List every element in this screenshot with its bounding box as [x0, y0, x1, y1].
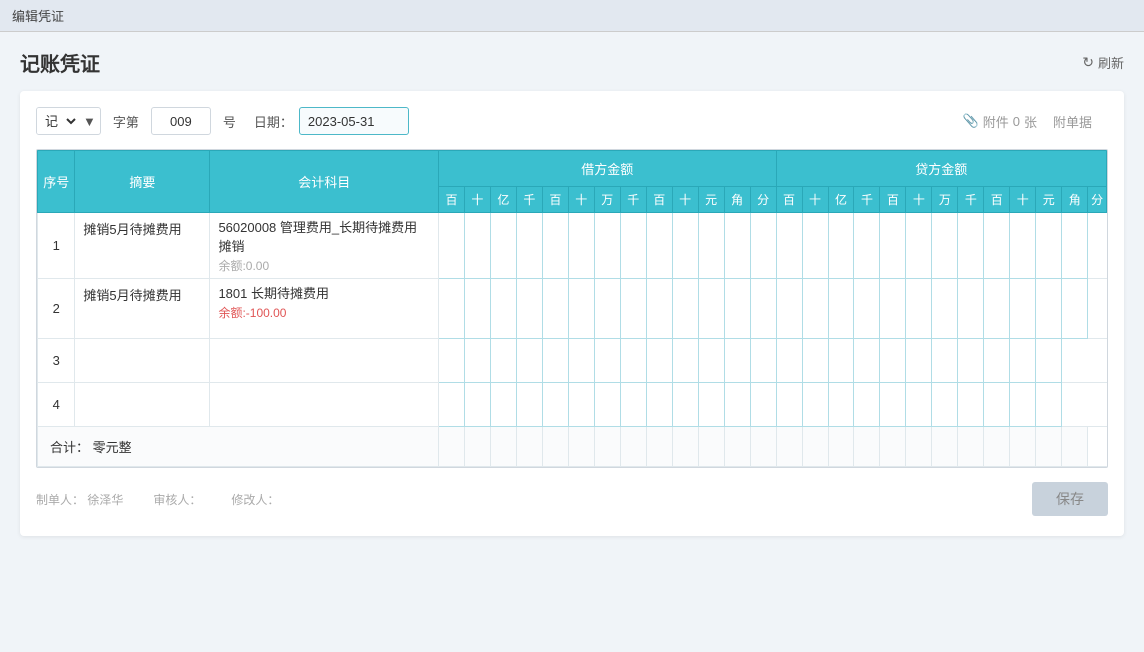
footer-label: 合计： 零元整 — [38, 427, 439, 467]
date-group: 日期： — [254, 107, 409, 135]
summary-cell[interactable] — [75, 339, 210, 383]
paperclip-icon: 📎 — [963, 113, 979, 129]
summary-cell[interactable] — [75, 383, 210, 427]
account-balance-negative: 余额:-100.00 — [218, 304, 430, 321]
attachment-sheets-label: 附单据 — [1053, 112, 1092, 131]
modifier-label: 修改人： — [231, 493, 279, 507]
main-content: 记账凭证 ↻ 刷新 记 ▼ 字第 号 — [0, 32, 1144, 652]
seq-cell: 3 — [38, 339, 75, 383]
table-row: 1 摊销5月待摊费用 56020008 管理费用_长期待摊费用摊销 余额:0.0… — [38, 213, 1107, 279]
info-row: 制单人： 徐泽华 审核人： 修改人： 保存 — [36, 482, 1108, 520]
refresh-icon: ↻ — [1082, 54, 1094, 71]
right-controls: 📎 附件 0 张 附单据 — [963, 112, 1108, 131]
creator-label: 制单人： — [36, 493, 84, 507]
voucher-number-input[interactable] — [151, 107, 211, 135]
summary-cell[interactable]: 摊销5月待摊费用 — [75, 213, 210, 279]
table-body: 1 摊销5月待摊费用 56020008 管理费用_长期待摊费用摊销 余额:0.0… — [38, 213, 1107, 467]
account-code: 56020008 管理费用_长期待摊费用摊销 — [218, 217, 430, 255]
form-row: 记 ▼ 字第 号 日期： 📎 附件 0 — [36, 107, 1108, 135]
voucher-type-select[interactable]: 记 — [37, 107, 79, 135]
account-cell[interactable]: 56020008 管理费用_长期待摊费用摊销 余额:0.00 — [210, 213, 439, 279]
refresh-button[interactable]: ↻ 刷新 — [1082, 53, 1124, 72]
table-row: 3 — [38, 339, 1107, 383]
modifier-info: 修改人： — [231, 491, 279, 508]
account-balance: 余额:0.00 — [218, 257, 430, 274]
voucher-type-select-group[interactable]: 记 ▼ — [36, 107, 101, 135]
account-code: 1801 长期待摊费用 — [218, 283, 430, 302]
reviewer-label: 审核人： — [153, 493, 201, 507]
page-header: 记账凭证 ↻ 刷新 — [20, 48, 1124, 77]
account-cell[interactable] — [210, 339, 439, 383]
table-row: 2 摊销5月待摊费用 1801 长期待摊费用 余额:-100.00 — [38, 279, 1107, 339]
creator-info: 制单人： 徐泽华 — [36, 491, 123, 508]
voucher-type-group: 记 ▼ 字第 号 — [36, 107, 242, 135]
attachment-label: 附件 — [983, 112, 1009, 131]
date-input[interactable] — [299, 107, 409, 135]
dropdown-arrow-icon: ▼ — [79, 114, 100, 129]
reviewer-info: 审核人： — [153, 491, 201, 508]
summary-cell[interactable]: 摊销5月待摊费用 — [75, 279, 210, 339]
account-header: 会计科目 — [210, 151, 439, 213]
number-suffix: 号 — [217, 112, 242, 131]
seq-cell: 2 — [38, 279, 75, 339]
seq-header: 序号 — [38, 151, 75, 213]
account-cell[interactable] — [210, 383, 439, 427]
voucher-table: 序号 摘要 会计科目 借方金额 贷方金额 百 十 亿 千 百 十 — [37, 150, 1107, 467]
credit-header: 贷方金额 — [776, 151, 1106, 187]
table-header-top: 序号 摘要 会计科目 借方金额 贷方金额 — [38, 151, 1107, 187]
window-title: 编辑凭证 — [12, 9, 64, 24]
refresh-label: 刷新 — [1098, 53, 1124, 72]
attachment-count: 0 — [1013, 114, 1020, 129]
account-cell[interactable]: 1801 长期待摊费用 余额:-100.00 — [210, 279, 439, 339]
summary-header: 摘要 — [75, 151, 210, 213]
table-row: 4 — [38, 383, 1107, 427]
footer-row: 合计： 零元整 — [38, 427, 1107, 467]
seq-cell: 4 — [38, 383, 75, 427]
creator-name: 徐泽华 — [87, 493, 123, 507]
voucher-table-wrapper: 序号 摘要 会计科目 借方金额 贷方金额 百 十 亿 千 百 十 — [36, 149, 1108, 468]
attachment-unit: 张 — [1024, 112, 1037, 131]
save-button[interactable]: 保存 — [1032, 482, 1108, 516]
debit-header: 借方金额 — [438, 151, 776, 187]
zi-label: 字第 — [107, 112, 145, 131]
voucher-card: 记 ▼ 字第 号 日期： 📎 附件 0 — [20, 91, 1124, 536]
date-label: 日期： — [254, 112, 293, 131]
title-bar: 编辑凭证 — [0, 0, 1144, 32]
page-title: 记账凭证 — [20, 48, 100, 77]
attachment-info: 📎 附件 0 张 — [963, 112, 1037, 131]
main-window: 编辑凭证 记账凭证 ↻ 刷新 记 ▼ 字第 — [0, 0, 1144, 652]
seq-cell: 1 — [38, 213, 75, 279]
